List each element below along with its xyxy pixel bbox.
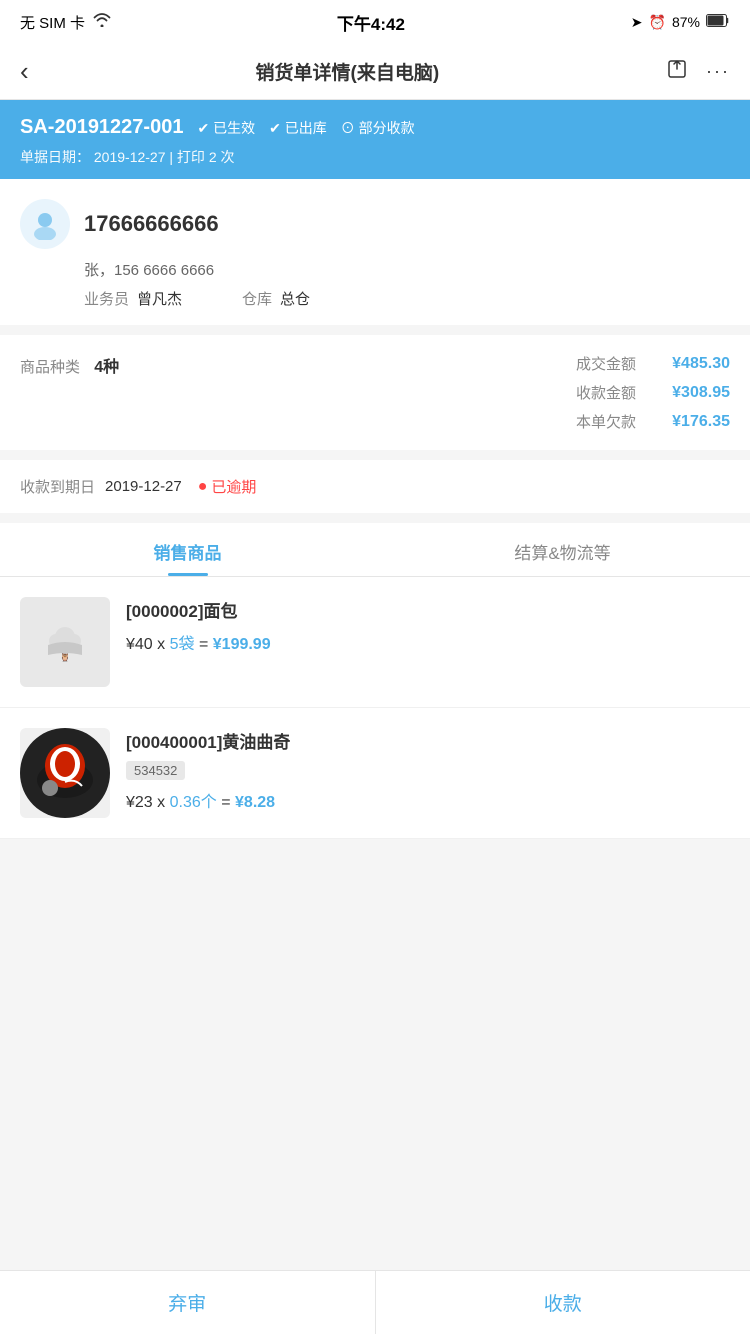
product-tag: 534532 — [126, 761, 185, 780]
overdue-icon: ● — [198, 478, 208, 496]
status-left: 无 SIM 卡 — [20, 12, 111, 33]
svg-text:🦉: 🦉 — [60, 653, 70, 662]
back-button[interactable]: ‹ — [20, 56, 29, 87]
avatar — [20, 199, 70, 249]
product-list: 🦉 [0000002]面包 ¥40 x 5袋 = ¥199.99 — [0, 577, 750, 839]
battery-text: 87% — [672, 14, 700, 30]
customer-name: 17666666666 — [84, 211, 219, 237]
debt-value: ¥176.35 — [650, 413, 730, 431]
page-title: 销货单详情(来自电脑) — [256, 58, 440, 85]
wifi-icon — [93, 13, 111, 31]
header-date: 单据日期： 2019-12-27 | 打印 2 次 — [20, 147, 730, 167]
amount-value: ¥485.30 — [650, 355, 730, 373]
product-name: [000400001]黄油曲奇 — [126, 728, 730, 753]
more-button[interactable]: ··· — [706, 61, 730, 82]
customer-card: 17666666666 张，156 6666 6666 业务员 曾凡杰 仓库 总… — [0, 179, 750, 325]
battery-icon — [706, 14, 730, 30]
carrier-text: 无 SIM 卡 — [20, 12, 85, 33]
product-thumbnail — [20, 728, 110, 818]
due-date-value: 2019-12-27 — [105, 478, 182, 495]
nav-actions: ··· — [666, 58, 730, 86]
list-item: [000400001]黄油曲奇 534532 ¥23 x 0.36个 = ¥8.… — [0, 708, 750, 839]
debt-row: 本单欠款 ¥176.35 — [576, 411, 730, 432]
tabs-container: 销售商品 结算&物流等 — [0, 523, 750, 577]
customer-meta: 业务员 曾凡杰 仓库 总仓 — [20, 288, 730, 309]
warehouse-item: 仓库 总仓 — [242, 288, 310, 309]
tab-settlement[interactable]: 结算&物流等 — [375, 523, 750, 576]
product-name: [0000002]面包 — [126, 597, 730, 622]
list-item: 🦉 [0000002]面包 ¥40 x 5袋 = ¥199.99 — [0, 577, 750, 708]
product-price: ¥40 x 5袋 = ¥199.99 — [126, 630, 730, 654]
customer-top: 17666666666 — [20, 199, 730, 249]
product-thumbnail: 🦉 — [20, 597, 110, 687]
abandon-review-button[interactable]: 弃审 — [0, 1271, 376, 1334]
alarm-icon: ⏰ — [649, 14, 666, 31]
status-time: 下午4:42 — [337, 10, 405, 35]
salesperson-item: 业务员 曾凡杰 — [84, 288, 182, 309]
header-banner: SA-20191227-001 ✔ 已生效 ✔ 已出库 ⊙ 部分收款 单据日期：… — [0, 100, 750, 179]
product-price: ¥23 x 0.36个 = ¥8.28 — [126, 788, 730, 812]
customer-info: 张，156 6666 6666 — [20, 259, 730, 280]
order-id: SA-20191227-001 — [20, 116, 183, 139]
status-bar: 无 SIM 卡 下午4:42 ➤ ⏰ 87% — [0, 0, 750, 44]
tab-sales-products[interactable]: 销售商品 — [0, 523, 375, 576]
overdue-badge: ● 已逾期 — [198, 476, 257, 497]
badge-partial: ⊙ 部分收款 — [341, 118, 415, 138]
product-details: [0000002]面包 ¥40 x 5袋 = ¥199.99 — [126, 597, 730, 654]
due-card: 收款到期日 2019-12-27 ● 已逾期 — [0, 460, 750, 513]
location-icon: ➤ — [631, 14, 643, 31]
status-right: ➤ ⏰ 87% — [631, 14, 730, 31]
product-details: [000400001]黄油曲奇 534532 ¥23 x 0.36个 = ¥8.… — [126, 728, 730, 812]
amount-row: 成交金额 ¥485.30 — [576, 353, 730, 374]
summary-left: 商品种类 4种 — [20, 353, 119, 377]
badge-shipped: ✔ 已出库 — [269, 118, 327, 138]
collect-payment-button[interactable]: 收款 — [376, 1271, 750, 1334]
order-row: SA-20191227-001 ✔ 已生效 ✔ 已出库 ⊙ 部分收款 — [20, 116, 730, 139]
share-button[interactable] — [666, 58, 688, 86]
summary-card: 商品种类 4种 成交金额 ¥485.30 收款金额 ¥308.95 本单欠款 ¥… — [0, 335, 750, 450]
bottom-action-bar: 弃审 收款 — [0, 1270, 750, 1334]
nav-bar: ‹ 销货单详情(来自电脑) ··· — [0, 44, 750, 100]
collected-row: 收款金额 ¥308.95 — [576, 382, 730, 403]
collected-value: ¥308.95 — [650, 384, 730, 402]
summary-right: 成交金额 ¥485.30 收款金额 ¥308.95 本单欠款 ¥176.35 — [576, 353, 730, 432]
badge-effective: ✔ 已生效 — [197, 118, 255, 138]
